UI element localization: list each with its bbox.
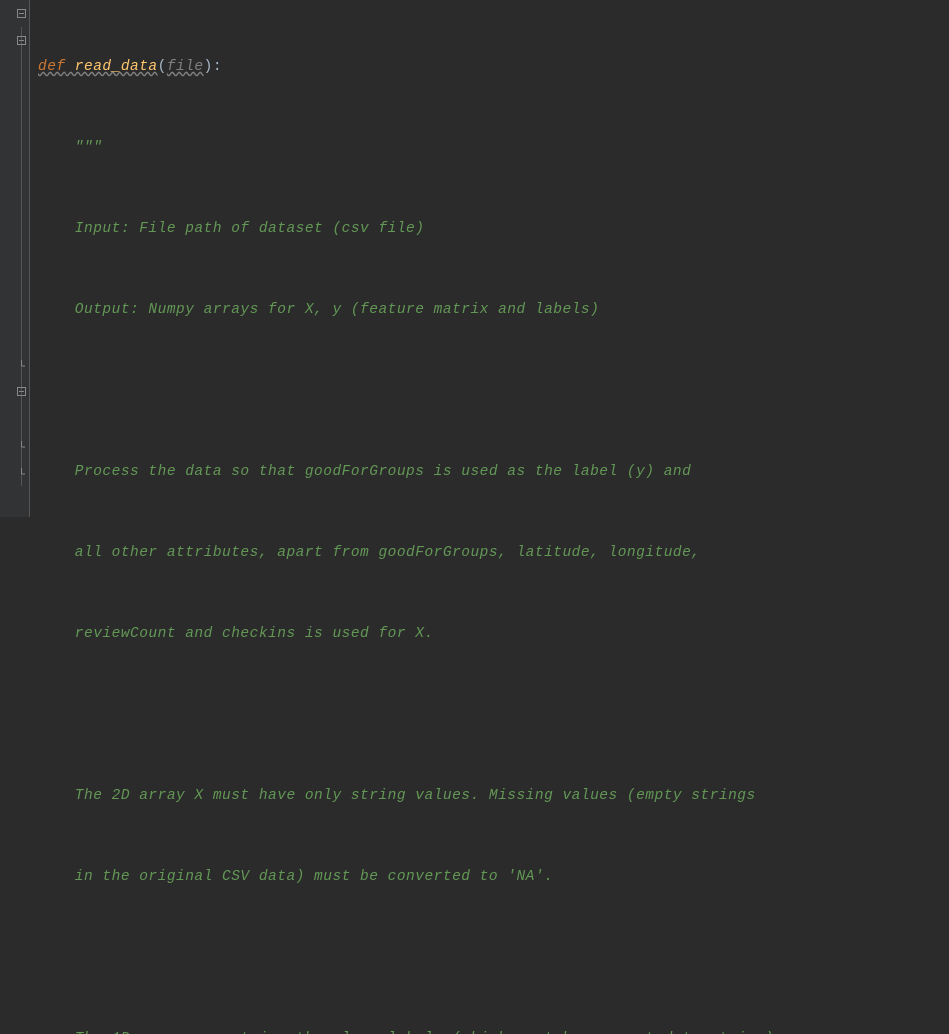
fold-end-icon[interactable] — [16, 468, 26, 478]
gutter-line — [0, 324, 29, 351]
keyword-def: def — [38, 59, 66, 75]
fold-guide-line — [21, 135, 22, 162]
docstring-text: all other attributes, apart from goodFor… — [38, 545, 701, 561]
fold-toggle-icon[interactable] — [16, 387, 26, 397]
fold-guide-line — [21, 243, 22, 270]
parameter-name: file — [167, 59, 204, 75]
fold-guide-line — [21, 297, 22, 324]
gutter-line — [0, 0, 29, 27]
code-line[interactable]: Output: Numpy arrays for X, y (feature m… — [38, 297, 949, 324]
gutter-line — [0, 486, 29, 513]
gutter-line — [0, 432, 29, 459]
editor-gutter — [0, 0, 30, 517]
gutter-line — [0, 162, 29, 189]
paren-close-colon: ): — [204, 59, 222, 75]
code-line[interactable]: all other attributes, apart from goodFor… — [38, 540, 949, 567]
fold-guide-line — [21, 270, 22, 297]
code-line[interactable]: reviewCount and checkins is used for X. — [38, 621, 949, 648]
gutter-line — [0, 378, 29, 405]
gutter-column — [0, 0, 29, 517]
gutter-line — [0, 27, 29, 54]
fold-guide-line — [21, 162, 22, 189]
gutter-line — [0, 135, 29, 162]
fold-end-icon[interactable] — [16, 360, 26, 370]
docstring-text: The 2D array X must have only string val… — [38, 788, 756, 804]
docstring-text: reviewCount and checkins is used for X. — [38, 626, 434, 642]
code-line[interactable] — [38, 378, 949, 405]
paren-open: ( — [158, 59, 167, 75]
gutter-line — [0, 351, 29, 378]
fold-guide-line — [21, 216, 22, 243]
docstring-text: in the original CSV data) must be conver… — [38, 869, 553, 885]
fold-guide-line — [21, 189, 22, 216]
gutter-line — [0, 54, 29, 81]
fold-guide-line — [21, 81, 22, 108]
gutter-line — [0, 405, 29, 432]
docstring-text: The 1D array y contains the class labels… — [38, 1031, 783, 1034]
fold-guide-line — [21, 324, 22, 351]
fold-guide-line — [21, 54, 22, 81]
code-editor[interactable]: def read_data(file): """ Input: File pat… — [30, 0, 949, 517]
docstring-text: Input: File path of dataset (csv file) — [38, 221, 424, 237]
code-line[interactable]: """ — [38, 135, 949, 162]
gutter-line — [0, 189, 29, 216]
gutter-line — [0, 81, 29, 108]
docstring-text: Output: Numpy arrays for X, y (feature m… — [38, 302, 599, 318]
code-line[interactable]: in the original CSV data) must be conver… — [38, 864, 949, 891]
code-line[interactable]: Process the data so that goodForGroups i… — [38, 459, 949, 486]
code-line[interactable]: Input: File path of dataset (csv file) — [38, 216, 949, 243]
gutter-line — [0, 270, 29, 297]
docstring-text: Process the data so that goodForGroups i… — [38, 464, 691, 480]
gutter-line — [0, 108, 29, 135]
gutter-line — [0, 459, 29, 486]
function-name: read_data — [66, 59, 158, 75]
docstring-quote: """ — [38, 140, 102, 156]
fold-end-icon[interactable] — [16, 441, 26, 451]
code-line[interactable]: The 1D array y contains the class labels… — [38, 1026, 949, 1034]
fold-guide-line — [21, 405, 22, 432]
fold-toggle-icon[interactable] — [16, 9, 26, 19]
code-line[interactable]: def read_data(file): — [38, 54, 949, 81]
gutter-line — [0, 243, 29, 270]
code-line[interactable]: The 2D array X must have only string val… — [38, 783, 949, 810]
code-line[interactable] — [38, 702, 949, 729]
fold-guide-line — [21, 108, 22, 135]
code-line[interactable] — [38, 945, 949, 972]
gutter-line — [0, 216, 29, 243]
gutter-line — [0, 297, 29, 324]
fold-toggle-icon[interactable] — [16, 36, 26, 46]
